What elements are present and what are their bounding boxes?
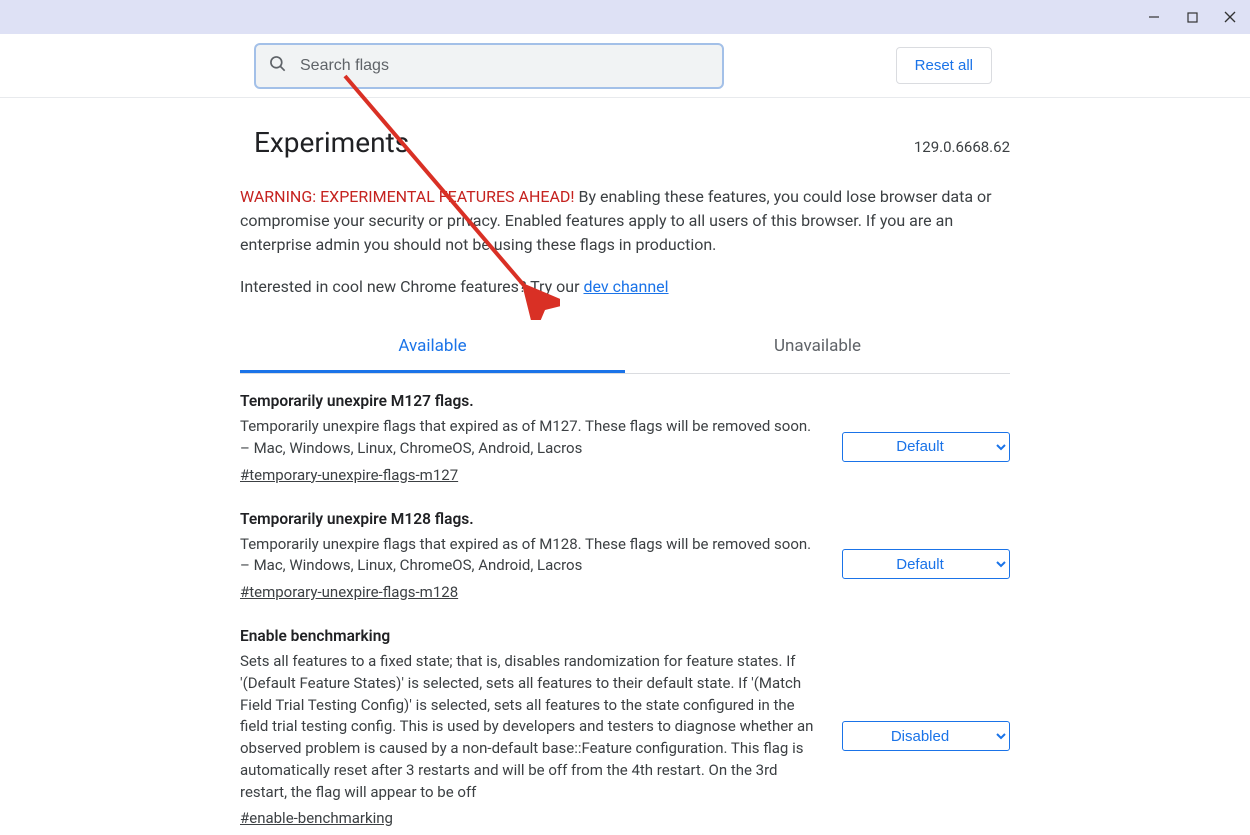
flag-state-select[interactable]: Default <box>842 432 1010 462</box>
flag-description: Temporarily unexpire flags that expired … <box>240 534 822 578</box>
search-container[interactable] <box>254 43 724 89</box>
main-content: Experiments 129.0.6668.62 WARNING: EXPER… <box>240 98 1010 835</box>
tabs: Available Unavailable <box>240 324 1010 374</box>
dev-channel-link[interactable]: dev channel <box>583 277 668 296</box>
flag-state-select[interactable]: Default <box>842 549 1010 579</box>
flag-description: Sets all features to a fixed state; that… <box>240 651 822 803</box>
flags-list: Temporarily unexpire M127 flags. Tempora… <box>240 374 1010 835</box>
flag-anchor-link[interactable]: #temporary-unexpire-flags-m127 <box>240 466 458 484</box>
reset-all-button[interactable]: Reset all <box>896 47 992 84</box>
flag-item: Temporarily unexpire M128 flags. Tempora… <box>240 492 1010 610</box>
search-input[interactable] <box>300 57 710 75</box>
flag-anchor-link[interactable]: #temporary-unexpire-flags-m128 <box>240 583 458 601</box>
flag-description: Temporarily unexpire flags that expired … <box>240 416 822 460</box>
version-label: 129.0.6668.62 <box>914 138 1010 156</box>
minimize-button[interactable] <box>1142 5 1166 29</box>
interested-text: Interested in cool new Chrome features? … <box>240 277 1010 296</box>
flag-title: Temporarily unexpire M127 flags. <box>240 392 822 410</box>
window-titlebar <box>0 0 1250 34</box>
search-icon <box>268 54 288 78</box>
tab-available[interactable]: Available <box>240 324 625 373</box>
maximize-button[interactable] <box>1180 5 1204 29</box>
warning-prefix: WARNING: EXPERIMENTAL FEATURES AHEAD! <box>240 187 575 206</box>
flag-title: Enable benchmarking <box>240 627 822 645</box>
warning-text: WARNING: EXPERIMENTAL FEATURES AHEAD! By… <box>240 185 1010 257</box>
flag-state-select[interactable]: Disabled <box>842 721 1010 751</box>
header-bar: Reset all <box>0 34 1250 98</box>
flag-anchor-link[interactable]: #enable-benchmarking <box>240 809 393 827</box>
flag-item: Enable benchmarking Sets all features to… <box>240 609 1010 835</box>
close-button[interactable] <box>1218 5 1242 29</box>
tab-unavailable[interactable]: Unavailable <box>625 324 1010 373</box>
page-title: Experiments <box>254 126 409 159</box>
flag-title: Temporarily unexpire M128 flags. <box>240 510 822 528</box>
flag-item: Temporarily unexpire M127 flags. Tempora… <box>240 374 1010 492</box>
